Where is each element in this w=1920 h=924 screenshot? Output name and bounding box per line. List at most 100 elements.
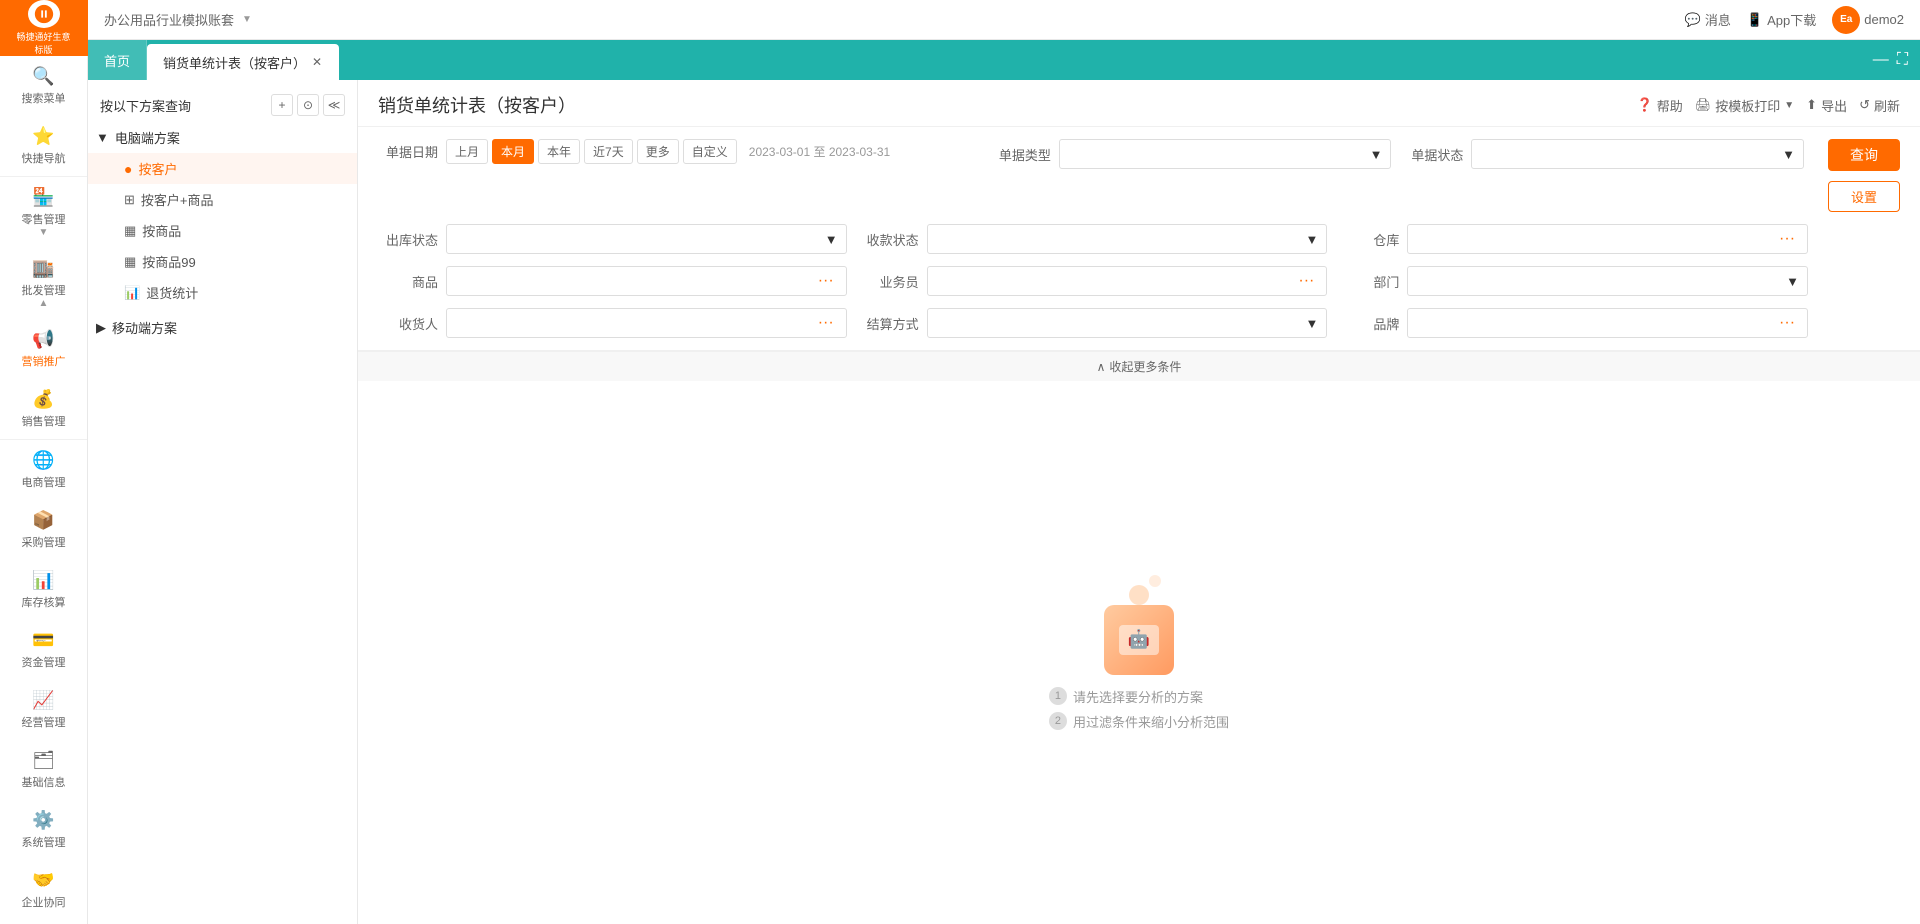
collapse-arrow: ∧ xyxy=(1097,360,1106,374)
app-download-btn[interactable]: 📱 App下载 xyxy=(1747,10,1816,29)
date-btn-last-month[interactable]: 上月 xyxy=(446,139,488,164)
search-icon: 🔍 xyxy=(32,66,54,87)
collapse-bar[interactable]: ∧ 收起更多条件 xyxy=(358,351,1920,381)
by-goods-label: 按商品 xyxy=(142,221,181,240)
goods-dots[interactable]: ··· xyxy=(814,272,838,290)
empty-box-face: 🤖 xyxy=(1119,625,1159,655)
receipt-select[interactable]: ▼ xyxy=(927,224,1328,254)
sidebar-item-system[interactable]: ⚙️ 系统管理 xyxy=(0,800,87,860)
brand-dots[interactable]: ··· xyxy=(1775,314,1799,332)
date-btn-this-year[interactable]: 本年 xyxy=(538,139,580,164)
warehouse-dots[interactable]: ··· xyxy=(1775,230,1799,248)
tab-bar: 首页 销货单统计表（按客户） ✕ — ⛶ xyxy=(88,40,1920,80)
brand-input[interactable]: ··· xyxy=(1407,308,1808,338)
print-icon: 🖨 xyxy=(1695,97,1712,113)
settings-plan-btn[interactable]: ⊙ xyxy=(297,94,319,116)
sidebar-item-inventory-label: 库存核算 xyxy=(22,594,66,610)
dept-select[interactable]: ▼ xyxy=(1407,266,1808,296)
date-btn-7days[interactable]: 近7天 xyxy=(584,139,633,164)
receiver-dots[interactable]: ··· xyxy=(814,314,838,332)
sidebar-item-inventory[interactable]: 📊 库存核算 xyxy=(0,560,87,620)
help-btn[interactable]: ❓ 帮助 xyxy=(1637,96,1683,115)
sidebar-item-search-label: 搜索菜单 xyxy=(22,90,66,106)
message-label: 消息 xyxy=(1705,10,1731,29)
collapse-panel-btn[interactable]: ≪ xyxy=(323,94,345,116)
date-btn-custom[interactable]: 自定义 xyxy=(683,139,737,164)
print-btn[interactable]: 🖨 按模板打印 ▼ xyxy=(1695,96,1794,115)
receiver-input[interactable]: ··· xyxy=(446,308,847,338)
tab-close-icon[interactable]: ✕ xyxy=(312,55,322,69)
header-breadcrumb: 办公用品行业模拟账套 ▼ xyxy=(104,10,252,29)
salesman-input[interactable]: ··· xyxy=(927,266,1328,296)
sidebar-item-quick-nav[interactable]: ⭐ 快捷导航 xyxy=(0,116,87,176)
sidebar-item-purchase[interactable]: 📦 采购管理 xyxy=(0,500,87,560)
download-icon: 📱 xyxy=(1747,12,1763,28)
finance-icon: 💳 xyxy=(32,630,54,651)
setting-btn[interactable]: 设置 xyxy=(1828,181,1900,212)
date-range-text: 2023-03-01 至 2023-03-31 xyxy=(749,143,890,160)
sidebar-item-retail[interactable]: 🏪 零售管理 ▼ xyxy=(0,176,87,248)
receipt-label: 收款状态 xyxy=(859,230,919,249)
user-menu[interactable]: Ea demo2 xyxy=(1832,6,1904,34)
sidebar-item-search[interactable]: 🔍 搜索菜单 xyxy=(0,56,87,116)
date-filter: 上月 本月 本年 近7天 更多 自定义 2023-03-01 至 2023-03… xyxy=(446,139,890,164)
by-customer-goods-label: 按客户+商品 xyxy=(141,190,214,209)
sidebar-item-collab[interactable]: 🤝 企业协同 xyxy=(0,860,87,920)
main-area: 🤖 1 请先选择要分析的方案 2 用过滤条件来缩小分析范 xyxy=(358,381,1920,924)
sidebar-item-operations[interactable]: 📈 经营管理 xyxy=(0,680,87,740)
tab-sales-stats[interactable]: 销货单统计表（按客户） ✕ xyxy=(147,44,339,80)
outbound-select[interactable]: ▼ xyxy=(446,224,847,254)
sidebar-item-finance[interactable]: 💳 资金管理 xyxy=(0,620,87,680)
tree-item-by-goods[interactable]: ▦ 按商品 xyxy=(88,215,357,246)
receipt-chevron: ▼ xyxy=(1305,232,1318,247)
tree-group-pc[interactable]: ▼ 电脑端方案 xyxy=(88,122,357,153)
empty-state: 🤖 1 请先选择要分析的方案 2 用过滤条件来缩小分析范 xyxy=(1049,575,1229,731)
sidebar-item-collab-label: 企业协同 xyxy=(22,894,66,910)
tree-item-refund[interactable]: 📊 退货统计 xyxy=(88,277,357,308)
empty-box-icon: 🤖 xyxy=(1128,629,1150,650)
empty-bubble xyxy=(1129,585,1149,605)
sidebar-item-basic[interactable]: 🗂 基础信息 xyxy=(0,740,87,800)
settlement-select[interactable]: ▼ xyxy=(927,308,1328,338)
type-select[interactable]: ▼ xyxy=(1059,139,1392,169)
empty-box: 🤖 xyxy=(1104,605,1174,675)
warehouse-label: 仓库 xyxy=(1339,230,1399,249)
empty-tips: 1 请先选择要分析的方案 2 用过滤条件来缩小分析范围 xyxy=(1049,687,1229,731)
help-icon: ❓ xyxy=(1637,97,1653,113)
sidebar-item-wholesale[interactable]: 🏬 批发管理 ▲ xyxy=(0,248,87,319)
query-btn[interactable]: 查询 xyxy=(1828,139,1900,171)
wholesale-arrow: ▲ xyxy=(39,298,49,309)
tree-item-by-customer[interactable]: ● 按客户 xyxy=(88,153,357,184)
export-btn[interactable]: ⬆ 导出 xyxy=(1806,96,1847,115)
username: demo2 xyxy=(1864,12,1904,27)
by-goods-99-icon: ▦ xyxy=(124,254,136,270)
date-btn-this-month[interactable]: 本月 xyxy=(492,139,534,164)
main-content: 办公用品行业模拟账套 ▼ 💬 消息 📱 App下载 Ea demo2 首页 xyxy=(88,0,1920,924)
status-select[interactable]: ▼ xyxy=(1471,139,1804,169)
tree-group-mobile[interactable]: ▶ 移动端方案 xyxy=(88,312,357,343)
tree-item-by-customer-goods[interactable]: ⊞ 按客户+商品 xyxy=(88,184,357,215)
breadcrumb-text: 办公用品行业模拟账套 xyxy=(104,10,234,29)
warehouse-input[interactable]: ··· xyxy=(1407,224,1808,254)
empty-tip-2: 2 用过滤条件来缩小分析范围 xyxy=(1049,712,1229,731)
date-btn-more[interactable]: 更多 xyxy=(637,139,679,164)
right-panel: 销货单统计表（按客户） ❓ 帮助 🖨 按模板打印 ▼ ⬆ 导出 xyxy=(358,80,1920,924)
message-btn[interactable]: 💬 消息 xyxy=(1685,10,1731,29)
tip-text-1: 请先选择要分析的方案 xyxy=(1073,687,1203,706)
tip-num-2: 2 xyxy=(1049,712,1067,730)
sidebar-item-newuser[interactable]: 🆕 新手引导 xyxy=(0,920,87,924)
export-label: 导出 xyxy=(1821,96,1847,115)
tab-minimize-icon[interactable]: — xyxy=(1873,51,1889,69)
sidebar-item-ecom[interactable]: 🌐 电商管理 xyxy=(0,439,87,500)
goods-input[interactable]: ··· xyxy=(446,266,847,296)
sidebar-item-sales[interactable]: 💰 销售管理 xyxy=(0,379,87,439)
page-title-bar: 销货单统计表（按客户） ❓ 帮助 🖨 按模板打印 ▼ ⬆ 导出 xyxy=(358,80,1920,127)
tab-home[interactable]: 首页 xyxy=(88,40,147,80)
refresh-btn[interactable]: ↺ 刷新 xyxy=(1859,96,1900,115)
sidebar-item-marketing[interactable]: 📢 营销推广 xyxy=(0,319,87,379)
tree-item-by-goods-99[interactable]: ▦ 按商品99 xyxy=(88,246,357,277)
add-plan-btn[interactable]: + xyxy=(271,94,293,116)
tab-maximize-icon[interactable]: ⛶ xyxy=(1897,51,1908,69)
salesman-dots[interactable]: ··· xyxy=(1294,272,1318,290)
retail-arrow: ▼ xyxy=(39,227,49,238)
